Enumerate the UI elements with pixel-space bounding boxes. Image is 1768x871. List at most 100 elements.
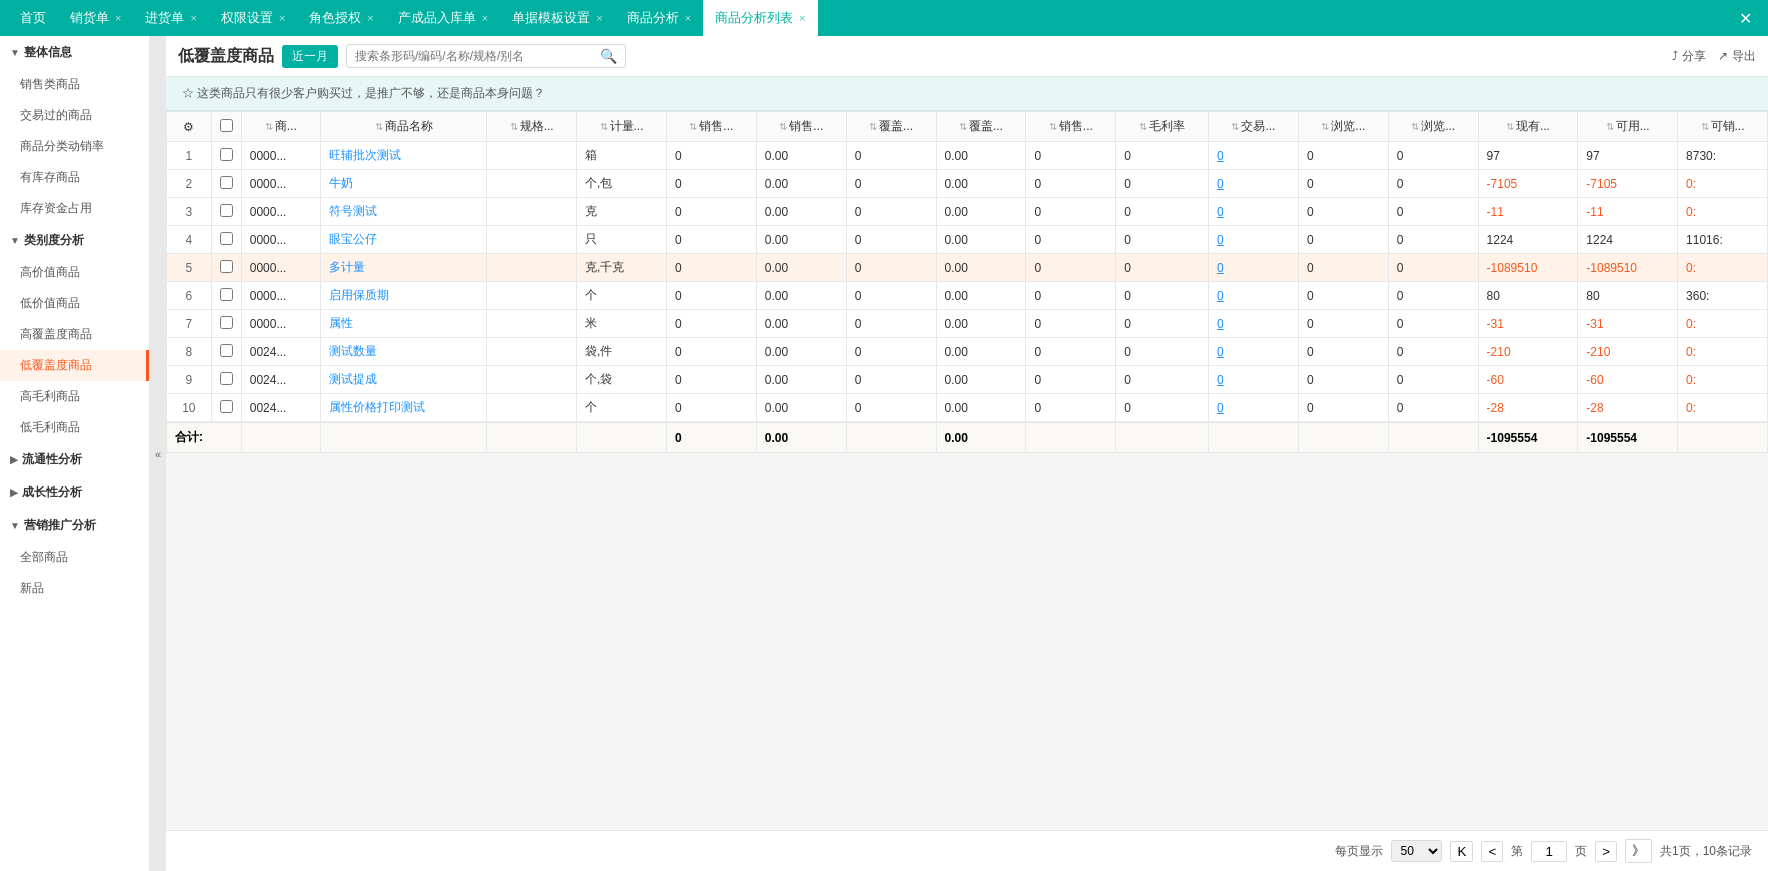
row-checkbox-cell[interactable] [211, 282, 241, 310]
col-sales-amt[interactable]: ⇅销售... [756, 112, 846, 142]
row-name[interactable]: 旺辅批次测试 [320, 142, 486, 170]
row-trade[interactable]: 0 [1209, 254, 1299, 282]
row-name[interactable]: 眼宝公仔 [320, 226, 486, 254]
row-checkbox[interactable] [220, 344, 233, 357]
row-checkbox[interactable] [220, 148, 233, 161]
col-checkbox[interactable] [211, 112, 241, 142]
row-trade[interactable]: 0 [1209, 170, 1299, 198]
col-settings[interactable]: ⚙ [167, 112, 212, 142]
sidebar-section-circulation[interactable]: ▶ 流通性分析 [0, 443, 149, 476]
col-browse1[interactable]: ⇅浏览... [1298, 112, 1388, 142]
nav-close-sales-order[interactable]: × [115, 12, 121, 24]
nav-close-purchase-order[interactable]: × [190, 12, 196, 24]
row-name[interactable]: 属性价格打印测试 [320, 394, 486, 423]
row-name[interactable]: 属性 [320, 310, 486, 338]
row-trade[interactable]: 0 [1209, 198, 1299, 226]
nav-home[interactable]: 首页 [8, 0, 58, 36]
nav-close-template[interactable]: × [596, 12, 602, 24]
col-spec[interactable]: ⇅规格... [487, 112, 577, 142]
nav-permission[interactable]: 权限设置 × [209, 0, 297, 36]
sidebar-item-all-goods[interactable]: 全部商品 [0, 542, 149, 573]
page-number-input[interactable] [1531, 841, 1567, 862]
row-name[interactable]: 测试提成 [320, 366, 486, 394]
col-code[interactable]: ⇅商... [241, 112, 320, 142]
row-checkbox-cell[interactable] [211, 226, 241, 254]
row-trade[interactable]: 0 [1209, 226, 1299, 254]
row-checkbox[interactable] [220, 400, 233, 413]
time-filter-button[interactable]: 近一月 [282, 45, 338, 68]
col-coverage1[interactable]: ⇅覆盖... [846, 112, 936, 142]
row-trade[interactable]: 0 [1209, 282, 1299, 310]
col-name[interactable]: ⇅商品名称 [320, 112, 486, 142]
select-all-checkbox[interactable] [220, 119, 233, 132]
row-name[interactable]: 启用保质期 [320, 282, 486, 310]
col-sales-days[interactable]: ⇅销售... [1026, 112, 1116, 142]
sidebar-item-inventory-capital[interactable]: 库存资金占用 [0, 193, 149, 224]
row-name[interactable]: 牛奶 [320, 170, 486, 198]
sidebar-section-marketing[interactable]: ▼ 营销推广分析 [0, 509, 149, 542]
row-checkbox-cell[interactable] [211, 198, 241, 226]
row-checkbox-cell[interactable] [211, 394, 241, 423]
sidebar-item-traded-goods[interactable]: 交易过的商品 [0, 100, 149, 131]
row-trade[interactable]: 0 [1209, 142, 1299, 170]
col-coverage2[interactable]: ⇅覆盖... [936, 112, 1026, 142]
row-checkbox-cell[interactable] [211, 310, 241, 338]
nav-product-analysis-list[interactable]: 商品分析列表 × [703, 0, 817, 36]
nav-template-settings[interactable]: 单据模板设置 × [500, 0, 614, 36]
nav-close-role-auth[interactable]: × [367, 12, 373, 24]
row-trade[interactable]: 0 [1209, 366, 1299, 394]
first-page-button[interactable]: K [1450, 841, 1473, 862]
row-checkbox-cell[interactable] [211, 254, 241, 282]
next-page-button[interactable]: > [1595, 841, 1617, 862]
row-checkbox[interactable] [220, 232, 233, 245]
row-trade[interactable]: 0 [1209, 394, 1299, 423]
prev-page-button[interactable]: < [1481, 841, 1503, 862]
sidebar-section-growth[interactable]: ▶ 成长性分析 [0, 476, 149, 509]
sidebar-item-new-goods[interactable]: 新品 [0, 573, 149, 604]
nav-product-analysis[interactable]: 商品分析 × [615, 0, 703, 36]
page-size-select[interactable]: 50 20 100 [1391, 840, 1442, 862]
row-checkbox[interactable] [220, 204, 233, 217]
search-input[interactable] [355, 49, 600, 63]
sidebar-item-high-margin[interactable]: 高毛利商品 [0, 381, 149, 412]
nav-role-auth[interactable]: 角色授权 × [297, 0, 385, 36]
last-page-button[interactable]: 》 [1625, 839, 1652, 863]
row-checkbox[interactable] [220, 260, 233, 273]
sidebar-item-low-margin[interactable]: 低毛利商品 [0, 412, 149, 443]
col-saleable[interactable]: ⇅可销... [1678, 112, 1768, 142]
nav-close-product-analysis[interactable]: × [685, 12, 691, 24]
export-button[interactable]: ↗ 导出 [1718, 48, 1756, 65]
col-browse2[interactable]: ⇅浏览... [1388, 112, 1478, 142]
col-gross-rate[interactable]: ⇅毛利率 [1116, 112, 1209, 142]
sidebar-item-category-rate[interactable]: 商品分类动销率 [0, 131, 149, 162]
nav-product-inbound[interactable]: 产成品入库单 × [386, 0, 500, 36]
row-checkbox[interactable] [220, 176, 233, 189]
row-checkbox[interactable] [220, 288, 233, 301]
sidebar-item-high-coverage[interactable]: 高覆盖度商品 [0, 319, 149, 350]
col-unit[interactable]: ⇅计量... [577, 112, 667, 142]
row-checkbox-cell[interactable] [211, 366, 241, 394]
col-trade[interactable]: ⇅交易... [1209, 112, 1299, 142]
row-checkbox[interactable] [220, 316, 233, 329]
col-current-stock[interactable]: ⇅现有... [1478, 112, 1578, 142]
row-trade[interactable]: 0 [1209, 338, 1299, 366]
sidebar-collapse-button[interactable]: « [150, 36, 166, 871]
sidebar-section-overall[interactable]: ▼ 整体信息 [0, 36, 149, 69]
nav-sales-order[interactable]: 销货单 × [58, 0, 133, 36]
share-button[interactable]: ⤴ 分享 [1672, 48, 1706, 65]
nav-close-analysis-list[interactable]: × [799, 12, 805, 24]
sidebar-item-sales-goods[interactable]: 销售类商品 [0, 69, 149, 100]
nav-purchase-order[interactable]: 进货单 × [133, 0, 208, 36]
sidebar-section-category[interactable]: ▼ 类别度分析 [0, 224, 149, 257]
row-checkbox[interactable] [220, 372, 233, 385]
sidebar-item-in-stock[interactable]: 有库存商品 [0, 162, 149, 193]
sidebar-item-high-value[interactable]: 高价值商品 [0, 257, 149, 288]
nav-close-permission[interactable]: × [279, 12, 285, 24]
row-checkbox-cell[interactable] [211, 142, 241, 170]
row-checkbox-cell[interactable] [211, 338, 241, 366]
window-close-button[interactable]: ✕ [1731, 9, 1760, 28]
sidebar-item-low-value[interactable]: 低价值商品 [0, 288, 149, 319]
row-name[interactable]: 测试数量 [320, 338, 486, 366]
sidebar-item-low-coverage[interactable]: 低覆盖度商品 [0, 350, 149, 381]
col-sales-qty[interactable]: ⇅销售... [666, 112, 756, 142]
